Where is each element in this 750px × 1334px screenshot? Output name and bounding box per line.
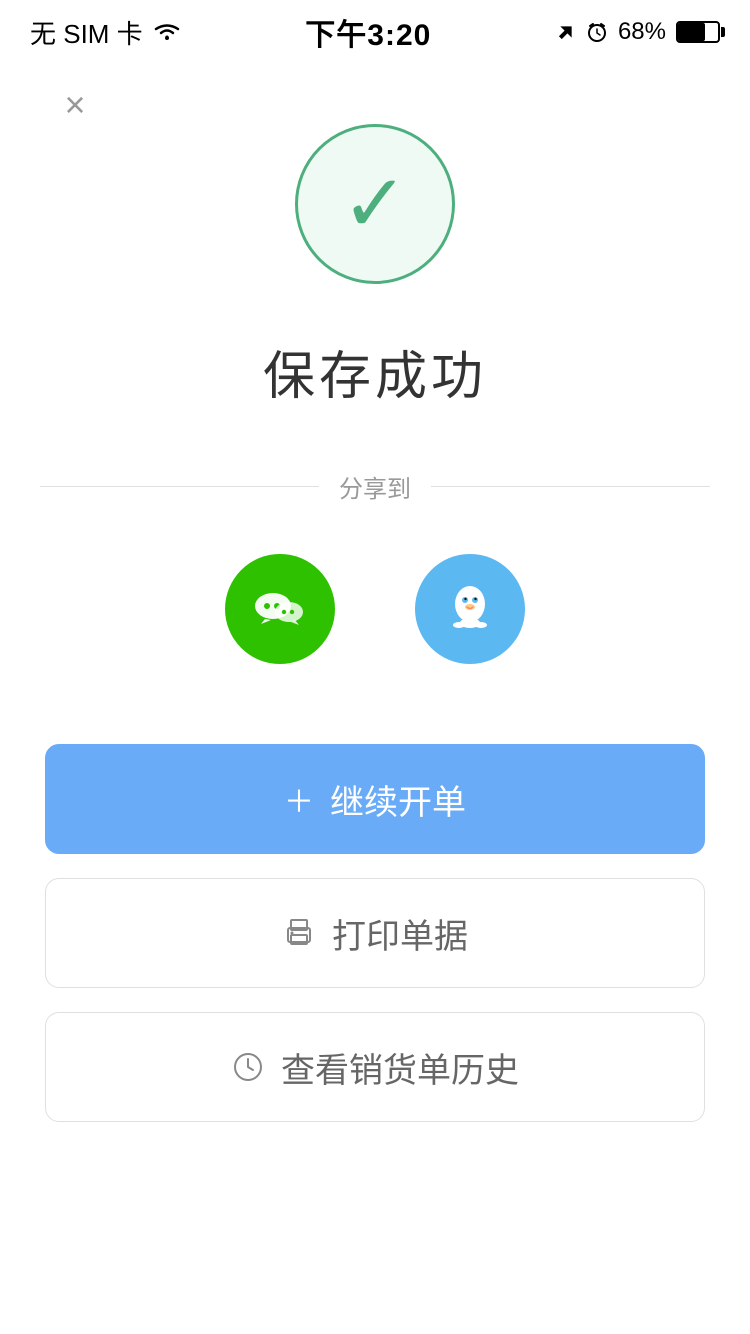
battery-percent: 68% <box>618 18 666 46</box>
status-right: 68% <box>556 18 720 46</box>
plus-icon: ＋ <box>284 777 314 821</box>
status-carrier: 无 SIM 卡 <box>30 14 181 51</box>
share-buttons <box>225 554 525 664</box>
history-label: 查看销货单历史 <box>281 1043 519 1092</box>
location-icon <box>556 22 576 42</box>
alarm-icon <box>586 21 608 43</box>
wechat-share-button[interactable] <box>225 554 335 664</box>
success-icon-circle: ✓ <box>295 124 455 284</box>
share-label: 分享到 <box>319 469 431 504</box>
status-bar: 无 SIM 卡 下午3:20 68% <box>0 0 750 64</box>
share-divider: 分享到 <box>0 469 750 504</box>
print-label: 打印单据 <box>332 909 468 958</box>
history-button[interactable]: 查看销货单历史 <box>45 1012 705 1122</box>
divider-line-left <box>40 486 319 487</box>
action-buttons: ＋ 继续开单 打印单据 查看销货单历史 <box>45 744 705 1122</box>
printer-icon <box>282 916 316 950</box>
close-icon: × <box>64 87 85 123</box>
continue-order-label: 继续开单 <box>330 775 466 824</box>
divider-line-right <box>431 486 710 487</box>
main-content: ✓ 保存成功 分享到 <box>0 64 750 1122</box>
qq-icon <box>437 576 503 642</box>
checkmark-icon: ✓ <box>341 164 408 244</box>
history-icon <box>231 1050 265 1084</box>
success-title: 保存成功 <box>263 334 487 409</box>
battery-icon <box>676 21 720 43</box>
qq-share-button[interactable] <box>415 554 525 664</box>
wechat-icon <box>247 576 313 642</box>
print-button[interactable]: 打印单据 <box>45 878 705 988</box>
close-button[interactable]: × <box>50 80 100 130</box>
wifi-icon <box>153 21 181 43</box>
status-time: 下午3:20 <box>305 10 431 54</box>
continue-order-button[interactable]: ＋ 继续开单 <box>45 744 705 854</box>
